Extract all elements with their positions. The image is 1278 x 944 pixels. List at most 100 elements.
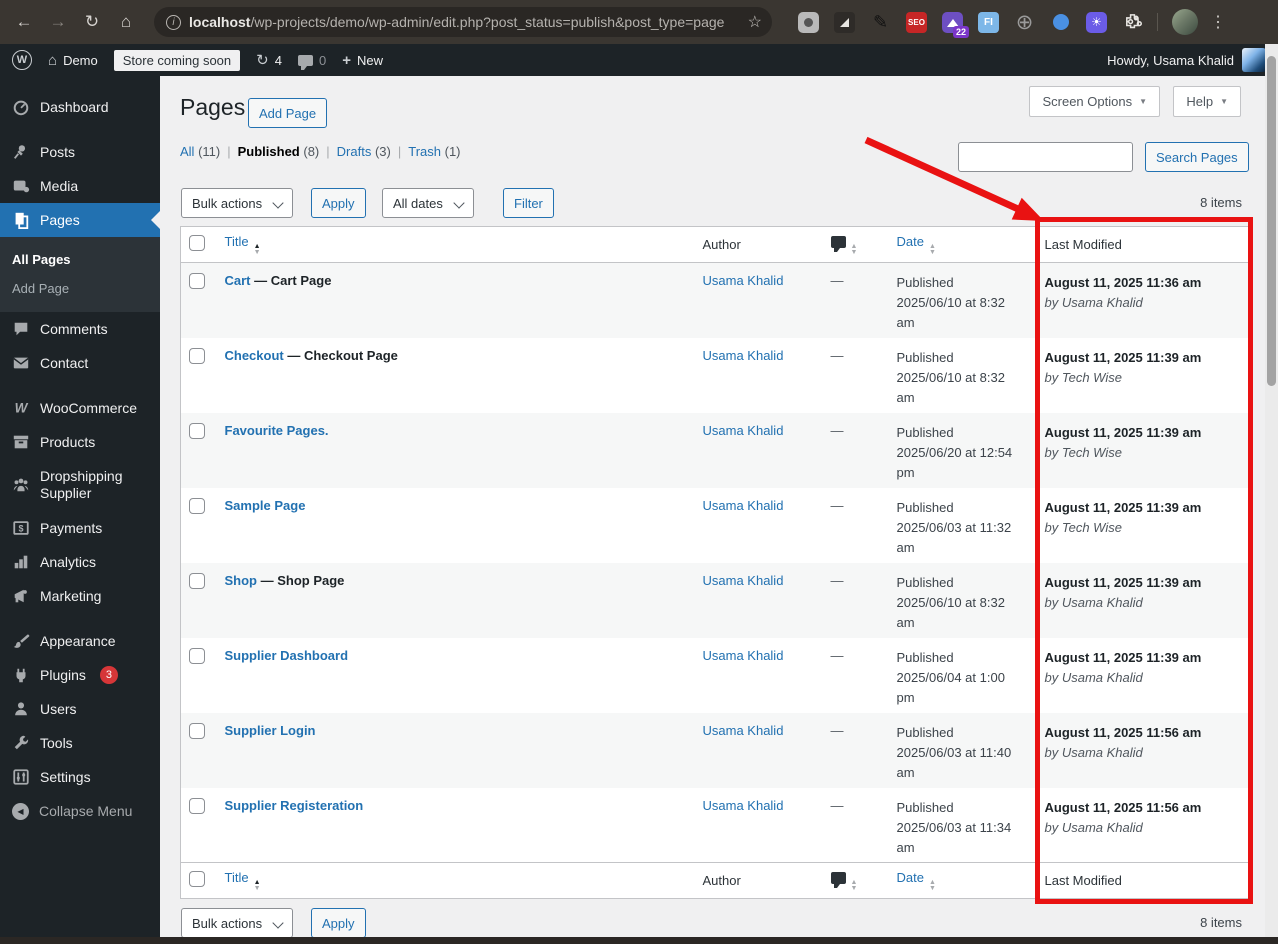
author-link[interactable]: Usama Khalid <box>703 273 784 288</box>
apply-button-bottom[interactable]: Apply <box>311 908 366 938</box>
sidebar-item-payments[interactable]: $ Payments <box>0 511 160 545</box>
user-avatar[interactable] <box>1242 48 1266 72</box>
reload-icon[interactable]: ↻ <box>78 8 106 36</box>
sidebar-item-contact[interactable]: Contact <box>0 346 160 380</box>
home-icon[interactable]: ⌂ <box>112 8 140 36</box>
sidebar-item-posts[interactable]: Posts <box>0 135 160 169</box>
sort-date-header[interactable]: Date <box>897 234 924 249</box>
author-link[interactable]: Usama Khalid <box>703 423 784 438</box>
sort-title-header[interactable]: Title <box>225 870 249 885</box>
table-row: Sample Page Usama Khalid — Published 2025… <box>181 488 1251 563</box>
browser-menu-icon[interactable]: ⋮ <box>1210 12 1226 32</box>
extensions-puzzle-icon[interactable] <box>1122 12 1143 33</box>
sort-comments-header[interactable]: ▲ ▼ <box>822 226 889 263</box>
bookmark-star-icon[interactable]: ☆ <box>748 12 762 32</box>
row-checkbox[interactable] <box>189 497 205 514</box>
bulk-actions-select[interactable]: Bulk actions <box>181 188 294 218</box>
updates-link[interactable]: ↻ 4 <box>256 51 282 69</box>
page-title-link[interactable]: Supplier Login <box>225 723 316 738</box>
sidebar-item-pages[interactable]: Pages <box>0 203 160 237</box>
site-info-icon[interactable]: i <box>166 14 181 30</box>
sort-comments-header[interactable]: ▲ ▼ <box>822 862 889 899</box>
pen-extension-icon[interactable]: ✎ <box>870 12 891 33</box>
select-all-checkbox[interactable] <box>189 871 205 887</box>
sidebar-item-comments[interactable]: Comments <box>0 312 160 346</box>
select-all-checkbox[interactable] <box>189 235 205 251</box>
sidebar-item-appearance[interactable]: Appearance <box>0 624 160 658</box>
globe-extension-icon[interactable]: ⊕ <box>1014 11 1035 34</box>
author-link[interactable]: Usama Khalid <box>703 648 784 663</box>
seo-extension-icon[interactable]: SEO <box>906 11 927 33</box>
view-trash-link[interactable]: Trash <box>408 144 441 159</box>
comments-link[interactable]: 0 <box>297 53 326 70</box>
author-link[interactable]: Usama Khalid <box>703 573 784 588</box>
sort-date-header[interactable]: Date <box>897 870 924 885</box>
forward-icon[interactable]: → <box>44 8 72 36</box>
row-checkbox[interactable] <box>189 273 205 289</box>
sidebar-item-products[interactable]: Products <box>0 425 160 459</box>
coming-soon-notice[interactable]: Store coming soon <box>113 49 241 71</box>
howdy-account-link[interactable]: Howdy, Usama Khalid <box>1107 53 1234 68</box>
search-pages-button[interactable]: Search Pages <box>1145 142 1249 172</box>
row-checkbox[interactable] <box>189 797 205 814</box>
sidebar-item-woocommerce[interactable]: W WooCommerce <box>0 391 160 425</box>
sort-title-header[interactable]: Title <box>225 234 249 249</box>
sidebar-item-settings[interactable]: Settings <box>0 760 160 794</box>
page-title-link[interactable]: Shop <box>225 573 258 588</box>
table-footer-row: Title ▲ ▼ Author ▲ ▼ Date ▲ ▼ Last Modified <box>180 862 1251 899</box>
back-icon[interactable]: ← <box>10 8 38 36</box>
sidebar-item-dashboard[interactable]: Dashboard <box>0 90 160 124</box>
sidebar-item-tools[interactable]: Tools <box>0 726 160 760</box>
row-checkbox[interactable] <box>189 347 205 364</box>
sidebar-item-media[interactable]: Media <box>0 169 160 203</box>
scrollbar-thumb[interactable] <box>1267 56 1276 386</box>
row-checkbox[interactable] <box>189 722 205 739</box>
address-bar[interactable]: i localhost/wp-projects/demo/wp-admin/ed… <box>154 7 772 37</box>
help-button[interactable]: Help ▼ <box>1173 86 1241 117</box>
page-title-link[interactable]: Supplier Dashboard <box>225 648 349 663</box>
view-drafts-count: (3) <box>374 144 391 159</box>
sun-extension-icon[interactable]: ☀ <box>1086 11 1107 33</box>
search-input[interactable] <box>958 142 1133 172</box>
last-modified-by: by Tech Wise <box>1044 519 1122 535</box>
page-title-link[interactable]: Checkout <box>225 348 284 363</box>
bulk-actions-select-bottom[interactable]: Bulk actions <box>181 908 294 938</box>
wp-logo-menu[interactable]: W <box>12 50 32 70</box>
page-title-link[interactable]: Cart <box>225 273 251 288</box>
author-link[interactable]: Usama Khalid <box>703 798 784 813</box>
row-checkbox[interactable] <box>189 422 205 439</box>
sidebar-item-analytics[interactable]: Analytics <box>0 545 160 579</box>
sidebar-item-users[interactable]: Users <box>0 692 160 726</box>
add-page-button[interactable]: Add Page <box>248 98 328 128</box>
author-link[interactable]: Usama Khalid <box>703 498 784 513</box>
dark-tool-extension-icon[interactable] <box>834 11 855 33</box>
filter-button[interactable]: Filter <box>503 188 554 218</box>
view-drafts-link[interactable]: Drafts <box>337 144 372 159</box>
author-link[interactable]: Usama Khalid <box>703 723 784 738</box>
row-checkbox[interactable] <box>189 647 205 664</box>
author-link[interactable]: Usama Khalid <box>703 348 784 363</box>
view-published-link[interactable]: Published <box>238 144 300 159</box>
apply-button[interactable]: Apply <box>311 188 366 218</box>
row-checkbox[interactable] <box>189 572 205 589</box>
page-title-link[interactable]: Favourite Pages. <box>225 423 329 438</box>
page-title-link[interactable]: Sample Page <box>225 498 306 513</box>
blue-dot-extension-icon[interactable] <box>1050 12 1071 33</box>
sidebar-item-plugins[interactable]: Plugins 3 <box>0 658 160 692</box>
screen-options-button[interactable]: Screen Options ▼ <box>1029 86 1160 117</box>
date-filter-select[interactable]: All dates <box>382 188 474 218</box>
fi-extension-icon[interactable]: FI <box>978 11 999 33</box>
view-all-link[interactable]: All <box>180 144 194 159</box>
new-content-link[interactable]: + New <box>342 52 383 69</box>
badge-extension-icon[interactable]: 22 <box>942 11 969 38</box>
browser-profile-avatar[interactable] <box>1172 9 1198 35</box>
page-title-link[interactable]: Supplier Registeration <box>225 798 364 813</box>
sidebar-item-marketing[interactable]: Marketing <box>0 579 160 613</box>
vertical-scrollbar[interactable] <box>1265 44 1278 937</box>
screenshot-extension-icon[interactable] <box>798 11 819 33</box>
site-name-link[interactable]: ⌂ Demo <box>48 52 98 69</box>
submenu-add-page[interactable]: Add Page <box>0 274 160 303</box>
submenu-all-pages[interactable]: All Pages <box>0 245 160 274</box>
sidebar-item-dropshipping-supplier[interactable]: Dropshipping Supplier <box>0 459 160 511</box>
collapse-menu-button[interactable]: ◀ Collapse Menu <box>0 794 160 828</box>
